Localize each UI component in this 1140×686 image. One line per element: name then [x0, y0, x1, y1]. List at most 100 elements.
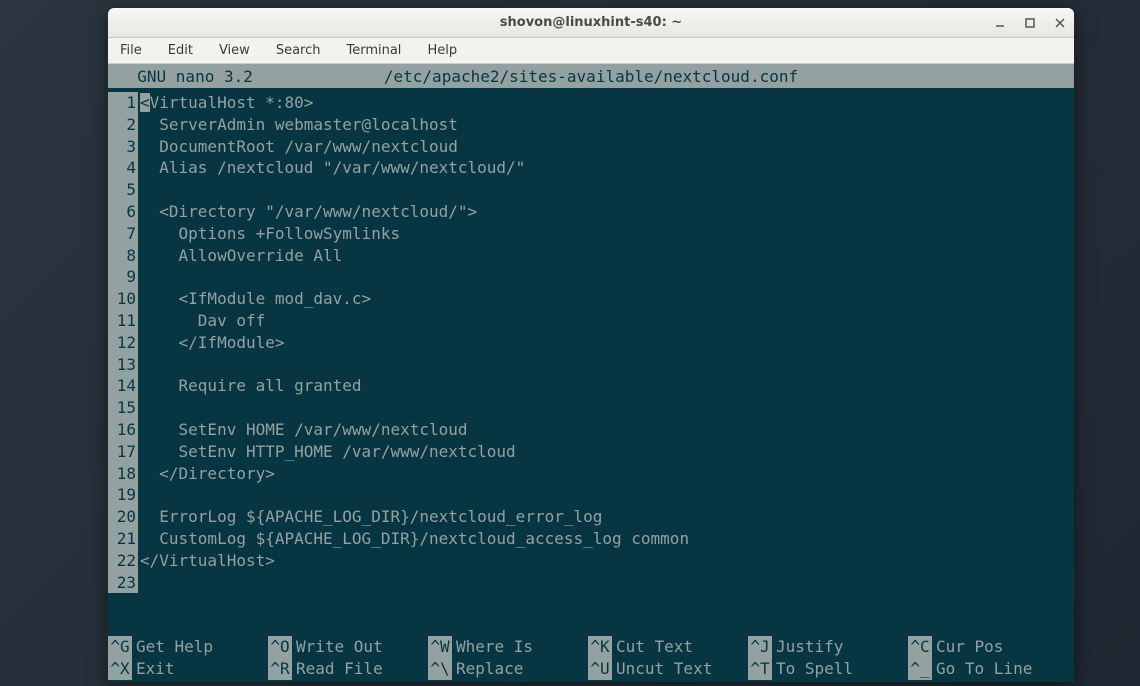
line-number: 23: [108, 572, 138, 594]
editor-line: 21 CustomLog ${APACHE_LOG_DIR}/nextcloud…: [108, 528, 1074, 550]
line-number: 18: [108, 463, 138, 485]
titlebar: shovon@linuxhint-s40: ~: [108, 8, 1074, 38]
code-text: [138, 354, 140, 376]
editor-line: 10 <IfModule mod_dav.c>: [108, 288, 1074, 310]
terminal-window: shovon@linuxhint-s40: ~ File Edit View S…: [108, 8, 1074, 682]
menubar: File Edit View Search Terminal Help: [108, 38, 1074, 64]
shortcut-key: ^K: [588, 636, 612, 658]
code-text: Dav off: [138, 310, 265, 332]
shortcut-item[interactable]: ^WWhere Is: [428, 636, 588, 658]
shortcut-label: Cut Text: [616, 636, 693, 658]
line-number: 3: [108, 136, 138, 158]
menu-help[interactable]: Help: [423, 41, 461, 60]
shortcut-label: Exit: [136, 658, 175, 680]
shortcut-item[interactable]: ^CCur Pos: [908, 636, 1068, 658]
code-text: CustomLog ${APACHE_LOG_DIR}/nextcloud_ac…: [138, 528, 689, 550]
shortcut-item[interactable]: ^UUncut Text: [588, 658, 748, 680]
editor-line: 5: [108, 179, 1074, 201]
editor-line: 2 ServerAdmin webmaster@localhost: [108, 114, 1074, 136]
code-text: AllowOverride All: [138, 245, 342, 267]
editor-line: 6 <Directory "/var/www/nextcloud/">: [108, 201, 1074, 223]
code-text: [138, 572, 140, 594]
line-number: 10: [108, 288, 138, 310]
code-text: <Directory "/var/www/nextcloud/">: [138, 201, 477, 223]
shortcut-key: ^X: [108, 658, 132, 680]
editor-line: 17 SetEnv HTTP_HOME /var/www/nextcloud: [108, 441, 1074, 463]
menu-view[interactable]: View: [215, 41, 254, 60]
line-number: 20: [108, 506, 138, 528]
shortcut-item[interactable]: ^_Go To Line: [908, 658, 1068, 680]
shortcut-label: Write Out: [296, 636, 383, 658]
shortcut-key: ^O: [268, 636, 292, 658]
code-text: SetEnv HOME /var/www/nextcloud: [138, 419, 468, 441]
shortcut-item[interactable]: ^TTo Spell: [748, 658, 908, 680]
editor-line: 9: [108, 266, 1074, 288]
shortcut-row-2: ^XExit^RRead File^\Replace^UUncut Text^T…: [108, 658, 1074, 680]
line-number: 9: [108, 266, 138, 288]
shortcut-label: Uncut Text: [616, 658, 712, 680]
editor-line: 13: [108, 354, 1074, 376]
editor-area[interactable]: 1<VirtualHost *:80>2 ServerAdmin webmast…: [108, 88, 1074, 634]
editor-line: 7 Options +FollowSymlinks: [108, 223, 1074, 245]
line-number: 22: [108, 550, 138, 572]
line-number: 11: [108, 310, 138, 332]
window-controls: [992, 15, 1068, 31]
code-text: [138, 397, 140, 419]
shortcut-key: ^T: [748, 658, 772, 680]
editor-line: 8 AllowOverride All: [108, 245, 1074, 267]
line-number: 8: [108, 245, 138, 267]
shortcut-key: ^G: [108, 636, 132, 658]
code-text: <IfModule mod_dav.c>: [138, 288, 371, 310]
line-number: 15: [108, 397, 138, 419]
shortcut-item[interactable]: ^RRead File: [268, 658, 428, 680]
code-text: Require all granted: [138, 375, 362, 397]
shortcut-item[interactable]: ^GGet Help: [108, 636, 268, 658]
code-text: Options +FollowSymlinks: [138, 223, 400, 245]
menu-search[interactable]: Search: [272, 41, 325, 60]
maximize-button[interactable]: [1022, 15, 1038, 31]
shortcut-item[interactable]: ^OWrite Out: [268, 636, 428, 658]
editor-line: 4 Alias /nextcloud "/var/www/nextcloud/": [108, 157, 1074, 179]
shortcut-label: Justify: [776, 636, 843, 658]
code-text: [138, 484, 140, 506]
shortcut-label: Get Help: [136, 636, 213, 658]
editor-line: 22</VirtualHost>: [108, 550, 1074, 572]
code-text: <VirtualHost *:80>: [138, 92, 313, 114]
editor-line: 23: [108, 572, 1074, 594]
line-number: 16: [108, 419, 138, 441]
nano-header: GNU nano 3.2 /etc/apache2/sites-availabl…: [108, 64, 1074, 88]
minimize-button[interactable]: [992, 15, 1008, 31]
shortcut-item[interactable]: ^KCut Text: [588, 636, 748, 658]
line-number: 6: [108, 201, 138, 223]
code-text: Alias /nextcloud "/var/www/nextcloud/": [138, 157, 525, 179]
line-number: 12: [108, 332, 138, 354]
code-text: ServerAdmin webmaster@localhost: [138, 114, 458, 136]
shortcut-item[interactable]: ^XExit: [108, 658, 268, 680]
editor-line: 3 DocumentRoot /var/www/nextcloud: [108, 136, 1074, 158]
line-number: 5: [108, 179, 138, 201]
shortcut-key: ^C: [908, 636, 932, 658]
line-number: 19: [108, 484, 138, 506]
menu-terminal[interactable]: Terminal: [342, 41, 405, 60]
menu-edit[interactable]: Edit: [164, 41, 197, 60]
line-number: 14: [108, 375, 138, 397]
editor-line: 18 </Directory>: [108, 463, 1074, 485]
nano-filename: /etc/apache2/sites-available/nextcloud.c…: [253, 67, 929, 86]
shortcut-key: ^_: [908, 658, 932, 680]
editor-line: 1<VirtualHost *:80>: [108, 92, 1074, 114]
editor-line: 11 Dav off: [108, 310, 1074, 332]
shortcut-item[interactable]: ^\Replace: [428, 658, 588, 680]
line-number: 2: [108, 114, 138, 136]
shortcut-key: ^U: [588, 658, 612, 680]
code-text: [138, 179, 140, 201]
close-button[interactable]: [1052, 15, 1068, 31]
shortcut-row-1: ^GGet Help^OWrite Out^WWhere Is^KCut Tex…: [108, 636, 1074, 658]
shortcut-label: Replace: [456, 658, 523, 680]
editor-line: 16 SetEnv HOME /var/www/nextcloud: [108, 419, 1074, 441]
shortcut-key: ^R: [268, 658, 292, 680]
code-text: DocumentRoot /var/www/nextcloud: [138, 136, 458, 158]
menu-file[interactable]: File: [116, 41, 146, 60]
shortcut-key: ^\: [428, 658, 452, 680]
line-number: 1: [108, 92, 138, 114]
shortcut-item[interactable]: ^JJustify: [748, 636, 908, 658]
